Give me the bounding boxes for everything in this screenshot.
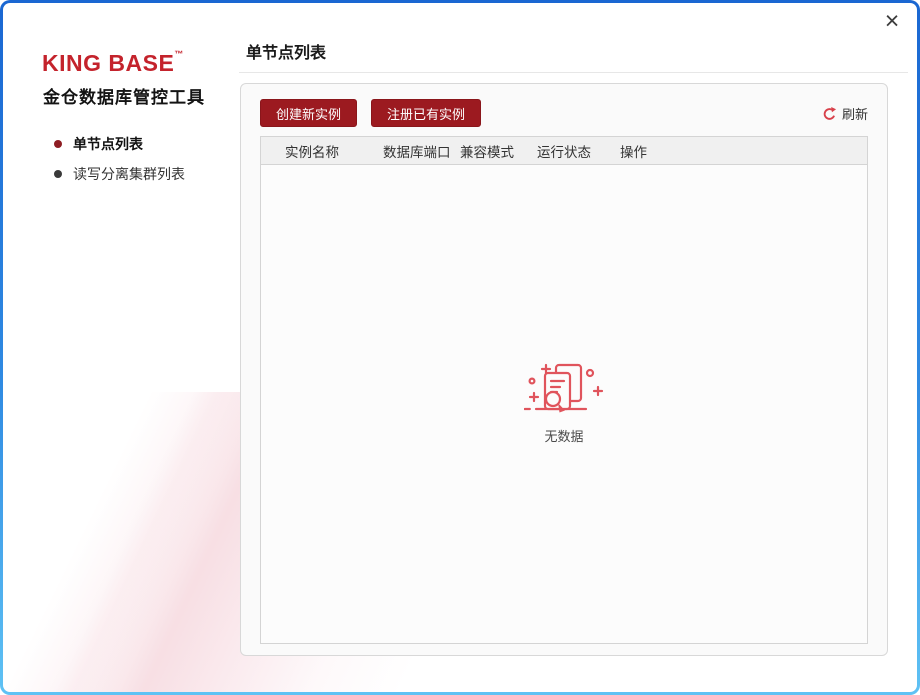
sidebar-item-label: 单节点列表 xyxy=(73,136,143,152)
close-icon[interactable]: × xyxy=(879,7,905,35)
empty-state-label: 无数据 xyxy=(544,429,584,444)
column-header-instance-name: 实例名称 xyxy=(285,144,339,160)
table-body: 无数据 xyxy=(260,165,868,644)
create-instance-button[interactable]: 创建新实例 xyxy=(260,99,358,127)
column-header-run-status: 运行状态 xyxy=(537,144,591,160)
trademark-mark: ™ xyxy=(174,49,184,59)
toolbar: 创建新实例 注册已有实例 刷新 xyxy=(260,99,868,127)
kingbase-logo: KING BASE™ xyxy=(42,49,184,77)
instance-table: 实例名称 数据库端口 兼容模式 运行状态 操作 无数据 xyxy=(260,136,868,644)
refresh-label: 刷新 xyxy=(841,106,868,122)
refresh-button[interactable]: 刷新 xyxy=(822,104,868,123)
empty-state: 无数据 xyxy=(524,363,604,445)
refresh-icon xyxy=(823,106,837,120)
sidebar-item-rw-split-cluster-list[interactable]: 读写分离集群列表 xyxy=(54,159,185,189)
page-title: 单节点列表 xyxy=(246,45,327,62)
bullet-icon xyxy=(54,170,62,178)
window-content: × KING BASE™ 金仓数据库管控工具 单节点列表 读写分离集群列表 单节… xyxy=(3,3,917,692)
sidebar-menu: 单节点列表 读写分离集群列表 xyxy=(54,129,185,189)
sidebar-item-single-node-list[interactable]: 单节点列表 xyxy=(54,129,185,159)
register-instance-button[interactable]: 注册已有实例 xyxy=(371,99,482,127)
sidebar-item-label: 读写分离集群列表 xyxy=(73,166,185,182)
column-header-compat-mode: 兼容模式 xyxy=(460,144,514,160)
bullet-icon xyxy=(54,140,62,148)
title-divider xyxy=(239,72,908,73)
app-title: 金仓数据库管控工具 xyxy=(43,88,205,107)
app-window: × KING BASE™ 金仓数据库管控工具 单节点列表 读写分离集群列表 单节… xyxy=(0,0,920,695)
instance-list-panel: 创建新实例 注册已有实例 刷新 实例名称 数据库端口 兼容模式 运行状态 操作 xyxy=(240,83,888,656)
table-header-row: 实例名称 数据库端口 兼容模式 运行状态 操作 xyxy=(260,136,868,165)
no-data-icon xyxy=(524,363,604,413)
column-header-database-port: 数据库端口 xyxy=(383,144,451,160)
kingbase-logo-text: KING BASE xyxy=(42,50,175,76)
column-header-actions: 操作 xyxy=(620,144,647,160)
